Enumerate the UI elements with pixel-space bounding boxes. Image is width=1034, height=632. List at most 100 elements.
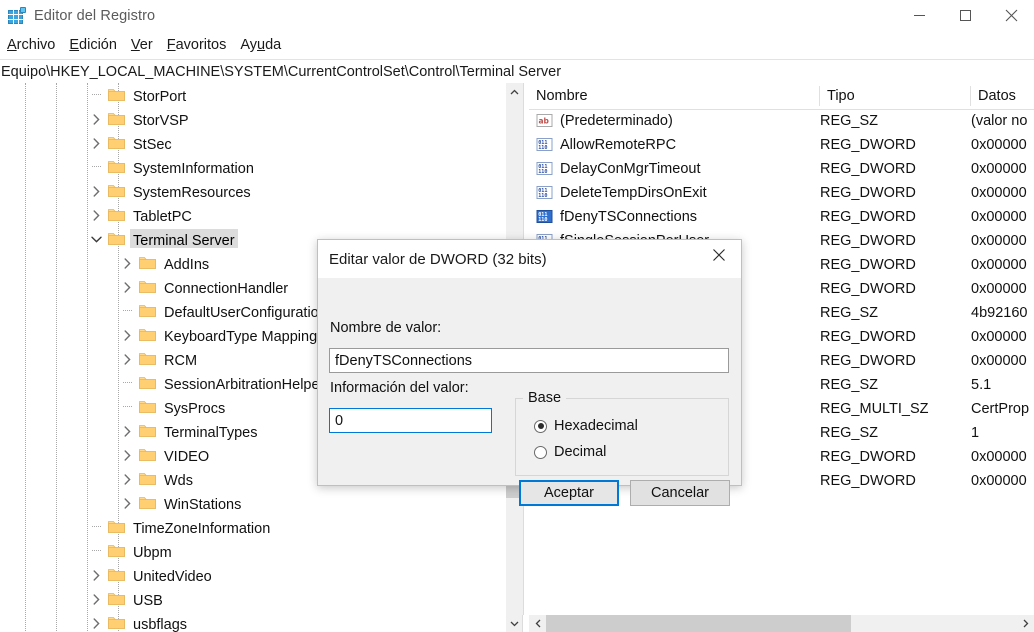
tree-collapse-toggle[interactable] <box>88 227 104 251</box>
column-header-datos[interactable]: Datos <box>971 83 1034 109</box>
folder-icon <box>108 208 125 222</box>
chevron-right-icon <box>1023 619 1028 628</box>
tree-expand-toggle[interactable] <box>88 203 104 227</box>
list-scroll-right-button[interactable] <box>1017 615 1034 632</box>
tree-expand-toggle[interactable] <box>88 563 104 587</box>
radio-hexadecimal[interactable]: Hexadecimal <box>534 418 638 434</box>
tree-item-storport[interactable]: StorPort <box>0 83 505 107</box>
chevron-down-icon <box>510 621 519 626</box>
tree-expand-toggle[interactable] <box>88 131 104 155</box>
tree-item-winstations[interactable]: WinStations <box>0 491 505 515</box>
dialog-close-button[interactable] <box>696 240 741 270</box>
cancel-button[interactable]: Cancelar <box>630 480 730 506</box>
tree-item-unitedvideo[interactable]: UnitedVideo <box>0 563 505 587</box>
accept-button[interactable]: Aceptar <box>519 480 619 506</box>
tree-item-label: WinStations <box>164 497 242 513</box>
menu-item-ayuda[interactable]: Ayuda <box>233 35 288 55</box>
tree-item-timezoneinformation[interactable]: TimeZoneInformation <box>0 515 505 539</box>
tree-item-ubpm[interactable]: Ubpm <box>0 539 505 563</box>
tree-expand-toggle[interactable] <box>88 611 104 632</box>
folder-icon <box>108 136 125 150</box>
table-row[interactable]: 011 110 fDenyTSConnections REG_DWORD 0x00000 <box>529 205 1034 229</box>
maximize-button[interactable] <box>942 0 988 31</box>
chevron-right-icon <box>124 449 131 461</box>
folder-icon <box>108 112 125 126</box>
tree-expand-toggle[interactable] <box>88 179 104 203</box>
tree-expand-toggle[interactable] <box>119 443 135 467</box>
minimize-icon <box>913 15 925 16</box>
tree-item-storvsp[interactable]: StorVSP <box>0 107 505 131</box>
cell-type: REG_DWORD <box>820 257 916 273</box>
chevron-right-icon <box>93 185 100 197</box>
chevron-right-icon <box>124 353 131 365</box>
window-titlebar: Editor del Registro <box>0 0 1034 32</box>
tree-item-usb[interactable]: USB <box>0 587 505 611</box>
list-scroll-thumb[interactable] <box>546 615 851 632</box>
tree-expand-toggle[interactable] <box>119 251 135 275</box>
tree-item-usbflags[interactable]: usbflags <box>0 611 505 632</box>
table-row[interactable]: 011 110 DeleteTempDirsOnExit REG_DWORD 0x000… <box>529 181 1034 205</box>
menu-item-edicion[interactable]: Edición <box>62 35 124 55</box>
registry-path: Equipo\HKEY_LOCAL_MACHINE\SYSTEM\Current… <box>1 63 562 80</box>
chevron-right-icon <box>93 209 100 221</box>
folder-icon <box>108 232 125 246</box>
folder-icon <box>139 472 156 486</box>
cell-data: 5.1 <box>971 377 992 393</box>
menu-item-ver[interactable]: Ver <box>124 35 160 55</box>
tree-item-label: UnitedVideo <box>133 569 212 585</box>
tree-expand-toggle[interactable] <box>119 491 135 515</box>
tree-item-stsec[interactable]: StSec <box>0 131 505 155</box>
cell-type: REG_DWORD <box>820 137 916 153</box>
chevron-right-icon <box>124 497 131 509</box>
minimize-button[interactable] <box>896 0 942 31</box>
folder-icon <box>108 544 125 558</box>
cell-data: 0x00000 <box>971 329 1027 345</box>
cell-data: 0x00000 <box>971 449 1027 465</box>
folder-icon <box>108 88 125 102</box>
tree-item-label: SystemResources <box>133 185 251 201</box>
folder-icon <box>139 280 156 294</box>
folder-icon <box>139 424 156 438</box>
tree-item-systemresources[interactable]: SystemResources <box>0 179 505 203</box>
cell-type: REG_SZ <box>820 377 879 393</box>
window-title: Editor del Registro <box>34 8 156 24</box>
tree-expand-toggle[interactable] <box>119 419 135 443</box>
tree-expand-toggle[interactable] <box>88 587 104 611</box>
menu-item-archivo[interactable]: Archivo <box>0 35 62 55</box>
radio-decimal[interactable]: Decimal <box>534 444 606 460</box>
tree-expand-toggle[interactable] <box>119 467 135 491</box>
value-name-input[interactable] <box>329 348 729 373</box>
tree-item-label: Terminal Server <box>130 229 238 249</box>
cell-type: REG_MULTI_SZ <box>820 401 929 417</box>
list-horizontal-scrollbar[interactable] <box>529 615 1034 632</box>
folder-icon <box>139 496 156 510</box>
tree-expand-toggle[interactable] <box>119 275 135 299</box>
value-data-input[interactable] <box>329 408 492 433</box>
close-button[interactable] <box>988 0 1034 31</box>
tree-leaf-connector <box>123 382 132 384</box>
tree-item-tabletpc[interactable]: TabletPC <box>0 203 505 227</box>
tree-expand-toggle[interactable] <box>119 347 135 371</box>
value-name-label: Nombre de valor: <box>330 320 442 336</box>
tree-item-label: ConnectionHandler <box>164 281 289 297</box>
column-header-tipo[interactable]: Tipo <box>820 83 971 109</box>
menu-item-favoritos[interactable]: Favoritos <box>160 35 234 55</box>
tree-expand-toggle[interactable] <box>88 107 104 131</box>
tree-scroll-down-button[interactable] <box>506 615 523 632</box>
menu-archivo-mnemonic: A <box>7 36 17 53</box>
table-row[interactable]: 011 110 AllowRemoteRPC REG_DWORD 0x00000 <box>529 133 1034 157</box>
folder-icon <box>108 520 125 534</box>
address-bar[interactable]: Equipo\HKEY_LOCAL_MACHINE\SYSTEM\Current… <box>0 59 1034 84</box>
cell-type: REG_DWORD <box>820 161 916 177</box>
table-row[interactable]: ab (Predeterminado) REG_SZ (valor no <box>529 109 1034 133</box>
cell-type: REG_SZ <box>820 113 879 129</box>
tree-expand-toggle[interactable] <box>119 323 135 347</box>
folder-icon <box>139 328 156 342</box>
table-row[interactable]: 011 110 DelayConMgrTimeout REG_DWORD 0x00000 <box>529 157 1034 181</box>
tree-scroll-up-button[interactable] <box>506 83 523 100</box>
list-scroll-left-button[interactable] <box>529 615 546 632</box>
maximize-icon <box>959 10 971 21</box>
tree-item-systeminformation[interactable]: SystemInformation <box>0 155 505 179</box>
list-column-headers: Nombre Tipo Datos <box>529 83 1034 110</box>
column-header-nombre[interactable]: Nombre <box>529 83 820 109</box>
